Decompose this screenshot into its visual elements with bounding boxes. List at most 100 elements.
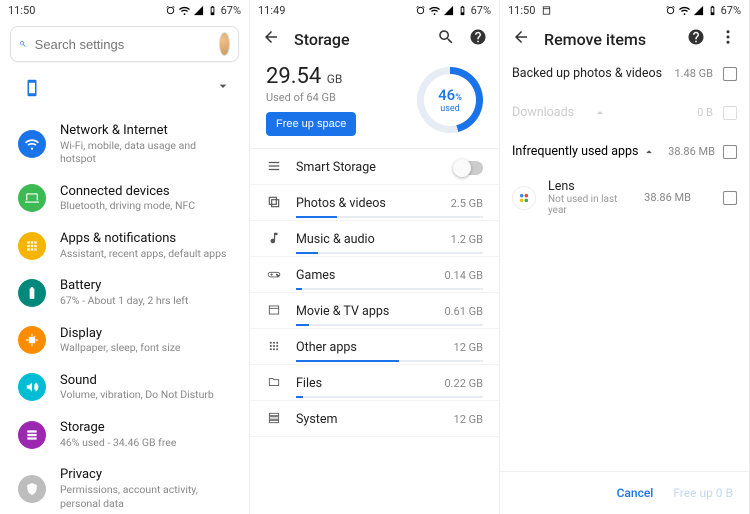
category-smart-storage[interactable]: Smart Storage (250, 149, 499, 185)
movie-icon (266, 302, 282, 321)
used-amount: 29.54 (266, 64, 321, 89)
setting-title: Battery (60, 278, 188, 294)
status-bar: 11:50 67% (0, 0, 249, 20)
category-bar (296, 252, 483, 254)
lens-app-icon (512, 186, 536, 210)
category-movie-tv[interactable]: Movie & TV apps 0.61 GB (250, 293, 499, 329)
category-size: 0.14 GB (444, 269, 483, 282)
row-infrequent-apps[interactable]: Infrequently used apps 38.86 MB (500, 132, 749, 171)
storage-summary: 29.54 GB Used of 64 GB Free up space 46%… (250, 54, 499, 148)
ring-percent-unit: % (455, 93, 462, 103)
category-label: Photos & videos (296, 196, 437, 211)
row-size: 0 B (697, 106, 713, 119)
battery-percent: 67% (221, 4, 241, 17)
setting-display[interactable]: DisplayWallpaper, sleep, font size (0, 317, 249, 364)
back-button[interactable] (262, 28, 280, 50)
sound-icon (18, 373, 46, 401)
checkbox (723, 106, 737, 120)
setting-sub: Volume, vibration, Do Not Disturb (60, 388, 214, 402)
status-icons: 67% (415, 4, 491, 17)
search-icon (19, 35, 27, 53)
row-label: Downloads (512, 105, 583, 120)
setting-sub: Permissions, account activity, personal … (60, 483, 231, 510)
setting-title: Storage (60, 420, 176, 436)
cancel-button[interactable]: Cancel (617, 486, 654, 500)
app-bar: Remove items (500, 20, 749, 54)
category-bar (296, 396, 483, 398)
row-size: 1.48 GB (674, 67, 713, 80)
back-button[interactable] (512, 28, 530, 50)
status-bar: 11:49 67% (250, 0, 499, 20)
page-title: Storage (294, 30, 423, 49)
setting-sub: 46% used - 34.46 GB free (60, 436, 176, 450)
setting-storage[interactable]: Storage46% used - 34.46 GB free (0, 411, 249, 458)
wifi-icon (18, 130, 46, 158)
search-bar[interactable] (10, 26, 239, 62)
setting-sub: Wi-Fi, mobile, data usage and hotspot (60, 139, 231, 166)
battery-percent: 67% (471, 4, 491, 17)
wifi-icon (429, 5, 440, 16)
battery-icon (457, 5, 468, 16)
category-other-apps[interactable]: Other apps 12 GB (250, 329, 499, 365)
category-label: Files (296, 376, 430, 391)
usage-ring: 46% used (417, 67, 483, 133)
phone-remove-items: 11:50 67% Remove items Backed up photos … (500, 0, 750, 514)
category-size: 12 GB (454, 413, 483, 426)
category-size: 2.5 GB (451, 197, 483, 210)
avatar[interactable] (219, 32, 230, 56)
setting-title: Privacy (60, 467, 231, 483)
smart-storage-toggle[interactable] (455, 161, 483, 175)
row-backed-up[interactable]: Backed up photos & videos 1.48 GB (500, 54, 749, 93)
search-input[interactable] (35, 37, 211, 52)
status-bar: 11:50 67% (500, 0, 749, 20)
checkbox[interactable] (723, 67, 737, 81)
setting-battery[interactable]: Battery67% - About 1 day, 2 hrs left (0, 269, 249, 316)
category-bar (296, 288, 483, 290)
suggestion-row[interactable] (0, 66, 249, 110)
list-icon (266, 158, 282, 177)
phone-settings: 11:50 67% Network & InternetWi-Fi, mobil… (0, 0, 250, 514)
clock: 11:50 (508, 4, 535, 17)
category-photos[interactable]: Photos & videos 2.5 GB (250, 185, 499, 221)
free-up-space-button[interactable]: Free up space (266, 112, 356, 136)
signal-icon (443, 5, 454, 16)
ring-percent: 46 (438, 86, 455, 104)
category-music[interactable]: Music & audio 1.2 GB (250, 221, 499, 257)
search-button[interactable] (437, 28, 455, 50)
setting-privacy[interactable]: PrivacyPermissions, account activity, pe… (0, 458, 249, 514)
bottom-action-bar: Cancel Free up 0 B (500, 471, 749, 514)
category-size: 12 GB (454, 341, 483, 354)
checkbox[interactable] (723, 191, 737, 205)
chevron-up-icon (593, 106, 607, 120)
clock: 11:49 (258, 4, 285, 17)
row-size: 38.86 MB (668, 145, 715, 158)
category-label: Games (296, 268, 430, 283)
category-bar (296, 360, 483, 362)
chevron-up-icon (642, 145, 656, 159)
phone-storage: 11:49 67% Storage 29.54 GB Used of 64 GB… (250, 0, 500, 514)
settings-list: Network & InternetWi-Fi, mobile, data us… (0, 110, 249, 514)
apps-icon (266, 338, 282, 357)
row-label: Infrequently used apps (512, 144, 642, 159)
free-up-button[interactable]: Free up 0 B (673, 486, 733, 500)
setting-connected-devices[interactable]: Connected devicesBluetooth, driving mode… (0, 175, 249, 222)
setting-title: Apps & notifications (60, 231, 226, 247)
category-system[interactable]: System 12 GB (250, 401, 499, 437)
help-button[interactable] (469, 28, 487, 50)
calendar-icon (541, 5, 552, 16)
setting-title: Connected devices (60, 184, 195, 200)
help-button[interactable] (687, 28, 705, 50)
category-games[interactable]: Games 0.14 GB (250, 257, 499, 293)
clock: 11:50 (8, 4, 35, 17)
signal-icon (193, 5, 204, 16)
setting-sound[interactable]: SoundVolume, vibration, Do Not Disturb (0, 364, 249, 411)
checkbox[interactable] (723, 145, 737, 159)
setting-apps[interactable]: Apps & notificationsAssistant, recent ap… (0, 222, 249, 269)
used-of: Used of 64 GB (266, 91, 356, 104)
app-row-lens[interactable]: Lens Not used in last year 38.86 MB (500, 171, 749, 224)
category-label: Smart Storage (296, 160, 441, 175)
overflow-button[interactable] (719, 28, 737, 50)
setting-network[interactable]: Network & InternetWi-Fi, mobile, data us… (0, 114, 249, 175)
category-files[interactable]: Files 0.22 GB (250, 365, 499, 401)
setting-sub: Bluetooth, driving mode, NFC (60, 199, 195, 213)
